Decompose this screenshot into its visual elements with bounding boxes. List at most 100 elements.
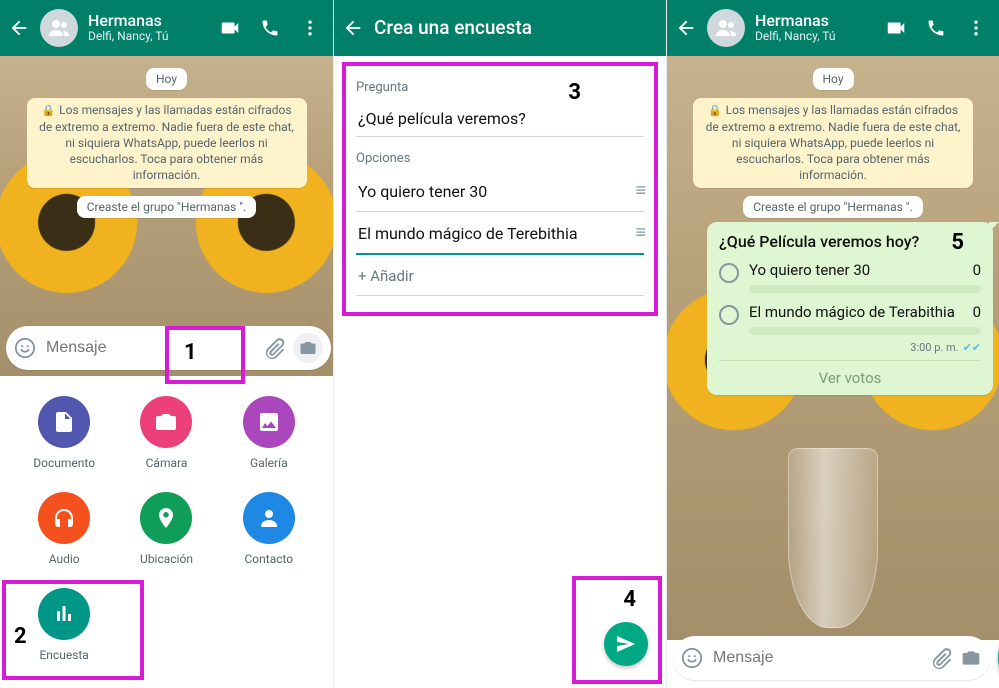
attach-audio[interactable]: Audio <box>18 492 110 566</box>
system-messages: Hoy 🔒Los mensajes y las llamadas están c… <box>0 60 333 226</box>
chat-title-block[interactable]: Hermanas Delfi, Nancy, Tú <box>755 12 875 44</box>
poll-option-2[interactable]: El mundo mágico de Terabithia 0 <box>719 303 981 335</box>
poll-icon <box>38 588 90 640</box>
group-members: Delfi, Nancy, Tú <box>88 30 209 44</box>
poll-screen-title: Crea una encuesta <box>374 17 658 39</box>
camera-quick-icon[interactable] <box>960 647 982 669</box>
option-1-input[interactable]: Yo quiero tener 30 <box>356 170 635 211</box>
pane-chat-poll-result: Hermanas Delfi, Nancy, Tú Hoy 🔒Los mensa… <box>666 0 999 688</box>
radio-unchecked-icon[interactable] <box>719 263 739 283</box>
group-name: Hermanas <box>88 12 209 30</box>
poll-option-2-label: El mundo mágico de Terabithia <box>749 303 955 321</box>
encryption-text: Los mensajes y las llamadas están cifrad… <box>706 103 961 182</box>
attach-icon[interactable] <box>263 337 285 359</box>
group-avatar-icon[interactable] <box>707 9 745 47</box>
poll-meta: 3:00 p. m. ✔✔ <box>719 341 981 354</box>
attach-audio-label: Audio <box>49 552 80 566</box>
attach-contact[interactable]: Contacto <box>223 492 315 566</box>
send-poll-button[interactable] <box>604 622 648 666</box>
voice-call-icon[interactable] <box>259 17 281 39</box>
document-icon <box>38 396 90 448</box>
pane-chat-attachments: Hermanas Delfi, Nancy, Tú Hoy 🔒Los mensa… <box>0 0 333 688</box>
camera-quick-icon[interactable] <box>293 333 323 363</box>
question-label: Pregunta <box>356 80 644 95</box>
poll-option-1[interactable]: Yo quiero tener 30 0 <box>719 261 981 293</box>
annotation-4: 4 <box>623 587 636 612</box>
message-input[interactable] <box>711 648 922 668</box>
question-input[interactable]: ¿Qué película veremos? <box>356 99 644 137</box>
compose-bar <box>673 636 993 680</box>
view-votes-button[interactable]: Ver votos <box>719 360 981 389</box>
poll-option-1-count: 0 <box>973 261 981 279</box>
headphones-icon <box>38 492 90 544</box>
voice-call-icon[interactable] <box>925 17 947 39</box>
back-arrow-icon[interactable] <box>675 17 697 39</box>
group-created-chip: Creaste el grupo "Hermanas ". <box>77 196 257 218</box>
encryption-notice[interactable]: 🔒Los mensajes y las llamadas están cifra… <box>27 98 307 188</box>
attach-poll-label: Encuesta <box>39 648 88 662</box>
attach-camera-label: Cámara <box>146 456 188 470</box>
add-option-button[interactable]: + Añadir <box>356 255 644 296</box>
attach-gallery[interactable]: Galería <box>223 396 315 470</box>
emoji-icon[interactable] <box>14 337 36 359</box>
compose-input-container[interactable] <box>673 636 990 680</box>
poll-message-bubble[interactable]: ¿Qué Película veremos hoy? Yo quiero ten… <box>707 222 993 395</box>
attach-document-label: Documento <box>33 456 95 470</box>
lock-icon: 🔒 <box>708 104 722 117</box>
attach-icon[interactable] <box>930 647 952 669</box>
lock-icon: 🔒 <box>41 104 55 117</box>
gallery-icon <box>243 396 295 448</box>
option-row-2[interactable]: El mundo mágico de Terebithia ≡ <box>356 212 644 255</box>
option-2-input[interactable]: El mundo mágico de Terebithia <box>356 212 635 253</box>
poll-question: ¿Qué Película veremos hoy? <box>719 232 981 251</box>
group-name: Hermanas <box>755 12 875 30</box>
compose-bar <box>6 326 327 370</box>
poll-time: 3:00 p. m. <box>910 341 958 354</box>
group-created-chip: Creaste el grupo "Hermanas ". <box>743 196 923 218</box>
back-arrow-icon[interactable] <box>342 17 364 39</box>
emoji-icon[interactable] <box>681 647 703 669</box>
poll-option-1-label: Yo quiero tener 30 <box>749 261 870 279</box>
attach-poll[interactable]: Encuesta <box>18 588 110 662</box>
attach-location-label: Ubicación <box>140 552 193 566</box>
poll-header-title: Crea una encuesta <box>374 17 658 39</box>
contact-icon <box>243 492 295 544</box>
encryption-text: Los mensajes y las llamadas están cifrad… <box>39 103 294 182</box>
drag-handle-icon[interactable]: ≡ <box>635 222 644 243</box>
attach-camera[interactable]: Cámara <box>120 396 212 470</box>
chat-title-block[interactable]: Hermanas Delfi, Nancy, Tú <box>88 12 209 44</box>
back-arrow-icon[interactable] <box>8 17 30 39</box>
encryption-notice[interactable]: 🔒Los mensajes y las llamadas están cifra… <box>693 98 973 188</box>
chat-header: Hermanas Delfi, Nancy, Tú <box>667 0 999 56</box>
radio-unchecked-icon[interactable] <box>719 305 739 325</box>
read-ticks-icon: ✔✔ <box>963 341 981 354</box>
poll-option-2-count: 0 <box>973 303 981 321</box>
pane-create-poll: Crea una encuesta Pregunta ¿Qué película… <box>333 0 666 688</box>
chat-background-vase <box>788 448 878 628</box>
video-call-icon[interactable] <box>219 17 241 39</box>
system-messages: Hoy 🔒Los mensajes y las llamadas están c… <box>667 60 999 226</box>
more-menu-icon[interactable] <box>965 17 987 39</box>
option-row-1[interactable]: Yo quiero tener 30 ≡ <box>356 170 644 212</box>
camera-icon <box>140 396 192 448</box>
location-pin-icon <box>140 492 192 544</box>
video-call-icon[interactable] <box>885 17 907 39</box>
drag-handle-icon[interactable]: ≡ <box>635 180 644 201</box>
message-input[interactable] <box>44 338 255 358</box>
poll-form: Pregunta ¿Qué película veremos? Opciones… <box>342 62 658 316</box>
compose-input-container[interactable] <box>6 326 331 370</box>
group-members: Delfi, Nancy, Tú <box>755 30 875 44</box>
chat-header: Hermanas Delfi, Nancy, Tú <box>0 0 333 56</box>
date-chip: Hoy <box>146 68 187 90</box>
group-avatar-icon[interactable] <box>40 9 78 47</box>
more-menu-icon[interactable] <box>299 17 321 39</box>
attach-document[interactable]: Documento <box>18 396 110 470</box>
attachment-panel: Documento Cámara Galería Audio Ubicación… <box>0 376 333 688</box>
attach-location[interactable]: Ubicación <box>120 492 212 566</box>
poll-header: Crea una encuesta <box>334 0 666 56</box>
date-chip: Hoy <box>813 68 854 90</box>
attach-contact-label: Contacto <box>244 552 293 566</box>
options-label: Opciones <box>356 151 644 166</box>
attach-gallery-label: Galería <box>250 456 288 470</box>
poll-option-2-bar <box>749 327 981 335</box>
